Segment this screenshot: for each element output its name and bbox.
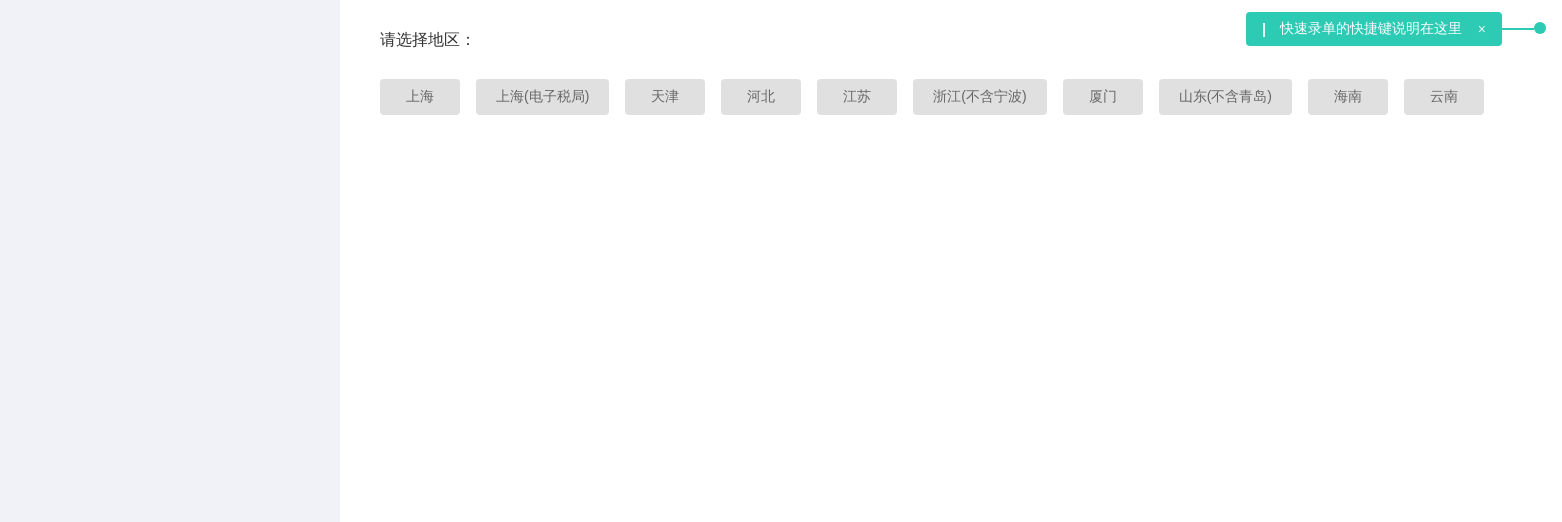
tooltip-banner: 快速录单的快捷键说明在这里 × [1246, 12, 1502, 46]
tooltip-text: 快速录单的快捷键说明在这里 [1280, 20, 1462, 38]
region-button-tianjin[interactable]: 天津 [625, 79, 705, 115]
left-sidebar [0, 0, 340, 522]
region-button-shanghai[interactable]: 上海 [380, 79, 460, 115]
tooltip-indicator-dot [1534, 22, 1546, 34]
tooltip-close-button[interactable]: × [1478, 21, 1486, 37]
region-button-shandong[interactable]: 山东(不含青岛) [1159, 79, 1292, 115]
region-button-shanghai-etax[interactable]: 上海(电子税局) [476, 79, 609, 115]
region-button-hebei[interactable]: 河北 [721, 79, 801, 115]
region-button-xiamen[interactable]: 厦门 [1063, 79, 1143, 115]
region-buttons-container: 上海上海(电子税局) 天津河北江苏浙江(不含宁波) 厦门山东(不含青岛) 海南云南 [380, 79, 1522, 115]
main-content: 请选择地区： 上海上海(电子税局)天津河北江苏浙江(不含宁波)厦门山东(不含青岛… [340, 0, 1562, 522]
region-button-hainan[interactable]: 海南 [1308, 79, 1388, 115]
region-button-zhejiang[interactable]: 浙江(不含宁波) [913, 79, 1046, 115]
region-button-yunnan[interactable]: 云南 [1404, 79, 1484, 115]
tooltip-connector-line [1500, 28, 1534, 30]
region-button-jiangsu[interactable]: 江苏 [817, 79, 897, 115]
